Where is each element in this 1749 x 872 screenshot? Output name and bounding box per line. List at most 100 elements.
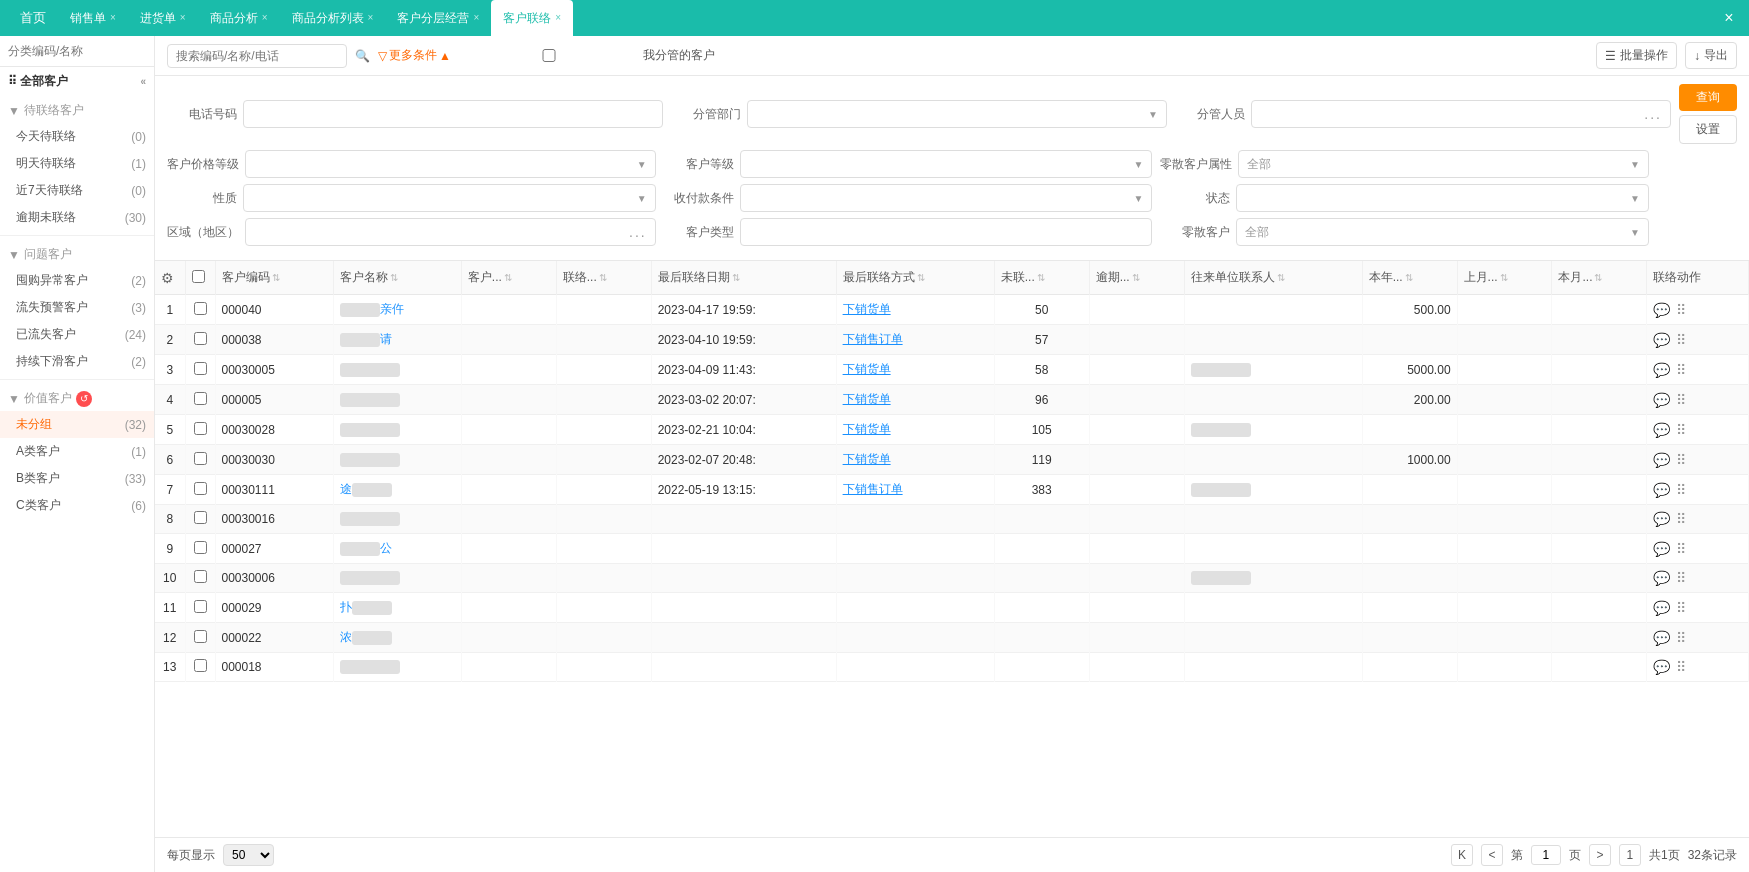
all-customers-header[interactable]: ⠿ 全部客户 « xyxy=(0,67,154,96)
cell-action[interactable]: 💬 ⠿ xyxy=(1647,445,1749,475)
my-customer-check-input[interactable] xyxy=(459,49,639,62)
close-tab-icon[interactable]: × xyxy=(473,0,479,36)
more-icon[interactable]: ⠿ xyxy=(1676,362,1686,378)
tab-product-analysis[interactable]: 商品分析 × xyxy=(198,0,280,36)
cell-name[interactable] xyxy=(333,653,461,682)
filter-input-phone[interactable] xyxy=(243,100,663,128)
cell-action[interactable]: 💬 ⠿ xyxy=(1647,475,1749,505)
more-icon[interactable]: ⠿ xyxy=(1676,482,1686,498)
cell-last-method[interactable]: 下销货单 xyxy=(836,385,994,415)
filter-input-cust-level[interactable]: ▼ xyxy=(740,150,1153,178)
last-method-link[interactable]: 下销货单 xyxy=(843,422,891,436)
cell-name[interactable] xyxy=(333,355,461,385)
cell-checkbox[interactable] xyxy=(185,623,215,653)
row-checkbox[interactable] xyxy=(194,302,207,315)
chat-icon[interactable]: 💬 xyxy=(1653,541,1670,557)
cell-last-method[interactable]: 下销货单 xyxy=(836,355,994,385)
cell-checkbox[interactable] xyxy=(185,415,215,445)
sidebar-item-overdue-contact[interactable]: 逾期未联络 (30) xyxy=(0,204,154,231)
filter-input-nature[interactable]: ▼ xyxy=(243,184,656,212)
more-icon[interactable]: ⠿ xyxy=(1676,570,1686,586)
export-button[interactable]: ↓ 导出 xyxy=(1685,42,1737,69)
cell-name[interactable]: 途 xyxy=(333,475,461,505)
row-checkbox[interactable] xyxy=(194,422,207,435)
filter-input-retail-cust[interactable]: 全部▼ xyxy=(1236,218,1649,246)
chat-icon[interactable]: 💬 xyxy=(1653,392,1670,408)
cell-action[interactable]: 💬 ⠿ xyxy=(1647,355,1749,385)
more-icon[interactable]: ⠿ xyxy=(1676,302,1686,318)
select-all-checkbox[interactable] xyxy=(192,270,205,283)
more-icon[interactable]: ⠿ xyxy=(1676,452,1686,468)
last-method-link[interactable]: 下销货单 xyxy=(843,452,891,466)
cell-action[interactable]: 💬 ⠿ xyxy=(1647,564,1749,593)
cell-checkbox[interactable] xyxy=(185,355,215,385)
row-checkbox[interactable] xyxy=(194,630,207,643)
filter-input-manager[interactable]: ... xyxy=(1251,100,1671,128)
chat-icon[interactable]: 💬 xyxy=(1653,302,1670,318)
filter-input-retail-attr[interactable]: 全部▼ xyxy=(1238,150,1649,178)
more-filter-button[interactable]: ▽ 更多条件 ▲ xyxy=(378,47,451,64)
last-method-link[interactable]: 下销售订单 xyxy=(843,482,903,496)
cell-last-method[interactable]: 下销售订单 xyxy=(836,475,994,505)
tab-customer-segment[interactable]: 客户分层经营 × xyxy=(385,0,491,36)
row-checkbox[interactable] xyxy=(194,600,207,613)
chat-icon[interactable]: 💬 xyxy=(1653,362,1670,378)
cell-last-method[interactable]: 下销货单 xyxy=(836,295,994,325)
close-tab-icon[interactable]: × xyxy=(110,0,116,36)
row-checkbox[interactable] xyxy=(194,659,207,672)
last-method-link[interactable]: 下销货单 xyxy=(843,302,891,316)
query-button[interactable]: 查询 xyxy=(1679,84,1737,111)
cell-action[interactable]: 💬 ⠿ xyxy=(1647,623,1749,653)
sidebar-search-input[interactable] xyxy=(8,44,155,58)
filter-input-cust-type[interactable] xyxy=(740,218,1153,246)
cell-checkbox[interactable] xyxy=(185,445,215,475)
cell-action[interactable]: 💬 ⠿ xyxy=(1647,653,1749,682)
row-checkbox[interactable] xyxy=(194,362,207,375)
row-checkbox[interactable] xyxy=(194,332,207,345)
sidebar-item-class-a[interactable]: A类客户 (1) xyxy=(0,438,154,465)
cell-name[interactable]: 浓 xyxy=(333,623,461,653)
chat-icon[interactable]: 💬 xyxy=(1653,659,1670,675)
row-checkbox[interactable] xyxy=(194,541,207,554)
cell-last-method[interactable] xyxy=(836,623,994,653)
filter-input-price-level[interactable]: ▼ xyxy=(245,150,656,178)
cell-name[interactable]: 公 xyxy=(333,534,461,564)
cell-action[interactable]: 💬 ⠿ xyxy=(1647,295,1749,325)
last-method-link[interactable]: 下销货单 xyxy=(843,392,891,406)
sidebar-item-7days-contact[interactable]: 近7天待联络 (0) xyxy=(0,177,154,204)
next-page-button[interactable]: > xyxy=(1589,844,1611,866)
sidebar-item-tomorrow-contact[interactable]: 明天待联络 (1) xyxy=(0,150,154,177)
filter-input-status[interactable]: ▼ xyxy=(1236,184,1649,212)
row-checkbox[interactable] xyxy=(194,511,207,524)
page-number-input[interactable] xyxy=(1531,845,1561,865)
tab-purchase-order[interactable]: 进货单 × xyxy=(128,0,198,36)
sidebar-item-today-contact[interactable]: 今天待联络 (0) xyxy=(0,123,154,150)
cell-last-method[interactable] xyxy=(836,564,994,593)
cell-name[interactable]: 亲仵 xyxy=(333,295,461,325)
prev-page-button[interactable]: < xyxy=(1481,844,1503,866)
close-tab-icon[interactable]: × xyxy=(555,0,561,36)
cell-name[interactable] xyxy=(333,385,461,415)
filter-input-dept[interactable]: ▼ xyxy=(747,100,1167,128)
th-settings[interactable]: ⚙ xyxy=(155,261,185,295)
sidebar-item-declining[interactable]: 持续下滑客户 (2) xyxy=(0,348,154,375)
cell-name[interactable] xyxy=(333,564,461,593)
cell-last-method[interactable]: 下销售订单 xyxy=(836,325,994,355)
chat-icon[interactable]: 💬 xyxy=(1653,482,1670,498)
tab-customer-contact[interactable]: 客户联络 × xyxy=(491,0,573,36)
tab-product-analysis-list[interactable]: 商品分析列表 × xyxy=(280,0,386,36)
cell-last-method[interactable]: 下销货单 xyxy=(836,415,994,445)
chat-icon[interactable]: 💬 xyxy=(1653,630,1670,646)
row-checkbox[interactable] xyxy=(194,482,207,495)
more-icon[interactable]: ⠿ xyxy=(1676,392,1686,408)
page-size-select[interactable]: 50 20 100 xyxy=(223,844,274,866)
cell-checkbox[interactable] xyxy=(185,385,215,415)
cell-action[interactable]: 💬 ⠿ xyxy=(1647,593,1749,623)
sidebar-item-ungroup[interactable]: 未分组 (32) xyxy=(0,411,154,438)
gear-icon[interactable]: ⚙ xyxy=(161,270,174,286)
last-page-button[interactable]: 1 xyxy=(1619,844,1641,866)
cell-action[interactable]: 💬 ⠿ xyxy=(1647,325,1749,355)
cell-action[interactable]: 💬 ⠿ xyxy=(1647,505,1749,534)
cell-last-method[interactable] xyxy=(836,505,994,534)
filter-input-payment[interactable]: ▼ xyxy=(740,184,1153,212)
